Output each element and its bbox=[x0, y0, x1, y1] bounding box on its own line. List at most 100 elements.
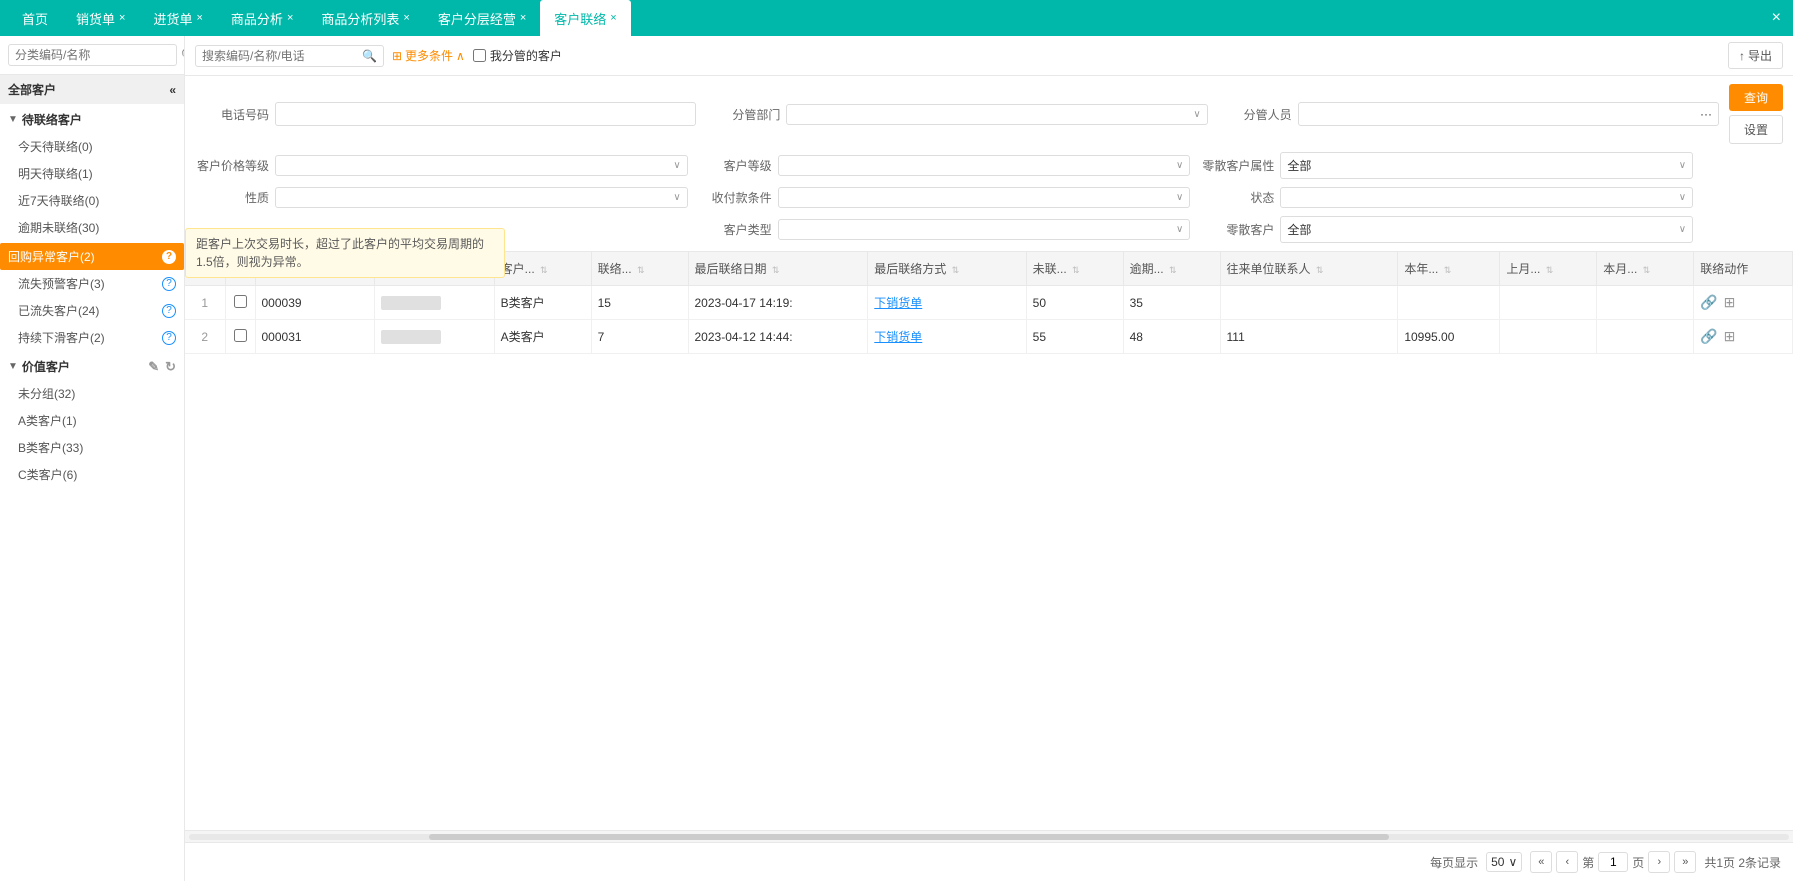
sidebar-item-class-c[interactable]: C类客户(6) bbox=[0, 461, 184, 488]
filter-price-grade-select[interactable]: ∨ bbox=[275, 155, 688, 176]
per-page-select[interactable]: 50 ∨ bbox=[1486, 852, 1522, 872]
this-year-sort-icon: ⇅ bbox=[1444, 265, 1452, 275]
pagination-bar: 每页显示 50 ∨ « ‹ 第 页 › » 共1页 2条记录 bbox=[185, 842, 1793, 881]
scroll-thumb[interactable] bbox=[429, 834, 1389, 840]
col-overdue[interactable]: 逾期... ⇅ bbox=[1123, 252, 1220, 286]
nav-customer-tier-close[interactable]: × bbox=[520, 12, 526, 24]
prev-page-btn[interactable]: ‹ bbox=[1556, 851, 1578, 873]
page-input[interactable] bbox=[1598, 852, 1628, 872]
nav-sales[interactable]: 销货单 × bbox=[62, 0, 139, 36]
sidebar-item-class-b[interactable]: B类客户(33) bbox=[0, 434, 184, 461]
row1-not-contacted: 50 bbox=[1026, 286, 1123, 320]
nav-product-analysis-close[interactable]: × bbox=[287, 12, 293, 24]
sidebar-item-7days[interactable]: 近7天待联络(0) bbox=[0, 187, 184, 214]
filter-payment-select[interactable]: ∨ bbox=[778, 187, 1191, 208]
lost-help-icon[interactable]: ? bbox=[162, 304, 176, 318]
my-customers-check[interactable] bbox=[473, 49, 486, 62]
sidebar-group-pending-title[interactable]: ▼ 待联络客户 bbox=[0, 106, 184, 133]
row2-check[interactable] bbox=[234, 329, 247, 342]
sidebar-item-repurchase-anomaly[interactable]: 回购异常客户(2) ? bbox=[0, 243, 184, 270]
row2-grid-icon[interactable]: ⊞ bbox=[1724, 328, 1736, 345]
sidebar-collapse-icon[interactable]: « bbox=[169, 83, 176, 97]
sidebar-item-declining[interactable]: 持续下滑客户(2) ? bbox=[0, 324, 184, 351]
value-group-edit-icon[interactable]: ✎ bbox=[148, 359, 159, 375]
sidebar-search-input[interactable] bbox=[8, 44, 177, 66]
filter-price-grade: 客户价格等级 ∨ bbox=[195, 155, 688, 176]
filter-retail-customer-select[interactable]: 全部 ∨ bbox=[1280, 216, 1693, 243]
filter-person-select[interactable]: ··· bbox=[1298, 102, 1719, 126]
per-page-label: 每页显示 bbox=[1430, 854, 1478, 871]
col-contact-person[interactable]: 往来单位联系人 ⇅ bbox=[1220, 252, 1398, 286]
row2-link-icon[interactable]: 🔗 bbox=[1700, 328, 1717, 345]
nav-product-analysis-list[interactable]: 商品分析列表 × bbox=[307, 0, 423, 36]
col-last-contact-date[interactable]: 最后联络日期 ⇅ bbox=[688, 252, 868, 286]
horizontal-scrollbar[interactable] bbox=[185, 830, 1793, 842]
more-conditions-btn[interactable]: ⊞ 更多条件 ∧ bbox=[392, 47, 465, 64]
nav-purchase[interactable]: 进货单 × bbox=[139, 0, 216, 36]
declining-help-icon[interactable]: ? bbox=[162, 331, 176, 345]
row1-last-contact-method[interactable]: 下销货单 bbox=[868, 286, 1026, 320]
value-group-refresh-icon[interactable]: ↻ bbox=[165, 359, 176, 375]
sidebar-item-ungrouped[interactable]: 未分组(32) bbox=[0, 380, 184, 407]
col-contact-count[interactable]: 联络... ⇅ bbox=[591, 252, 688, 286]
scroll-track bbox=[189, 834, 1789, 840]
col-this-year[interactable]: 本年... ⇅ bbox=[1398, 252, 1500, 286]
col-customer-type[interactable]: 客户... ⇅ bbox=[494, 252, 591, 286]
filter-retail-attr-select[interactable]: 全部 ∨ bbox=[1280, 152, 1693, 179]
nav-home[interactable]: 首页 bbox=[8, 0, 62, 36]
nav-sales-close[interactable]: × bbox=[119, 12, 125, 24]
filter-customer-type-select[interactable]: ∨ bbox=[778, 219, 1191, 240]
sidebar-all-customers[interactable]: 全部客户 « bbox=[0, 75, 184, 104]
nav-product-analysis[interactable]: 商品分析 × bbox=[217, 0, 307, 36]
row2-last-contact-method[interactable]: 下销货单 bbox=[868, 320, 1026, 354]
row1-this-month bbox=[1597, 286, 1694, 320]
repurchase-help-icon[interactable]: ? bbox=[162, 250, 176, 264]
export-btn[interactable]: ↑ 导出 bbox=[1728, 42, 1783, 69]
this-month-sort-icon: ⇅ bbox=[1643, 265, 1651, 275]
filter-retail-customer: 零散客户 全部 ∨ bbox=[1200, 216, 1693, 243]
col-this-month[interactable]: 本月... ⇅ bbox=[1597, 252, 1694, 286]
filter-status-select[interactable]: ∨ bbox=[1280, 187, 1693, 208]
nav-customer-contact-close[interactable]: × bbox=[610, 12, 616, 24]
window-close-btn[interactable]: × bbox=[1772, 9, 1781, 27]
nav-product-analysis-list-close[interactable]: × bbox=[403, 12, 409, 24]
row1-checkbox[interactable] bbox=[225, 286, 255, 320]
query-btn[interactable]: 查询 bbox=[1729, 84, 1783, 111]
sidebar-item-overdue[interactable]: 逾期未联络(30) bbox=[0, 214, 184, 241]
row1-last-contact-date: 2023-04-17 14:19: bbox=[688, 286, 868, 320]
next-page-btn[interactable]: › bbox=[1648, 851, 1670, 873]
col-not-contacted[interactable]: 未联... ⇅ bbox=[1026, 252, 1123, 286]
row2-code: 000031 bbox=[255, 320, 375, 354]
filter-nature-select[interactable]: ∨ bbox=[275, 187, 688, 208]
row1-link-icon[interactable]: 🔗 bbox=[1700, 294, 1717, 311]
col-last-contact-method[interactable]: 最后联络方式 ⇅ bbox=[868, 252, 1026, 286]
col-last-month[interactable]: 上月... ⇅ bbox=[1500, 252, 1597, 286]
sidebar-item-class-a[interactable]: A类客户(1) bbox=[0, 407, 184, 434]
sidebar-item-tomorrow[interactable]: 明天待联络(1) bbox=[0, 160, 184, 187]
nav-customer-contact[interactable]: 客户联络 × bbox=[540, 0, 630, 36]
first-page-btn[interactable]: « bbox=[1530, 851, 1552, 873]
last-page-btn[interactable]: » bbox=[1674, 851, 1696, 873]
export-icon: ↑ bbox=[1739, 49, 1745, 63]
page-unit-label: 页 bbox=[1632, 854, 1644, 871]
row2-checkbox[interactable] bbox=[225, 320, 255, 354]
nav-purchase-close[interactable]: × bbox=[196, 12, 202, 24]
filter-search-input[interactable] bbox=[202, 49, 362, 63]
filter-search-icon[interactable]: 🔍 bbox=[362, 49, 377, 63]
sidebar-item-lost[interactable]: 已流失客户(24) ? bbox=[0, 297, 184, 324]
filter-customer-grade-select[interactable]: ∨ bbox=[778, 155, 1191, 176]
sidebar-item-loss-warning[interactable]: 流失预警客户(3) ? bbox=[0, 270, 184, 297]
sidebar-group-value-title[interactable]: ▼ 价值客户 ✎ ↻ bbox=[0, 353, 184, 380]
filter-dept-select[interactable]: ∨ bbox=[786, 104, 1207, 125]
filter-row-2: 客户价格等级 ∨ 客户等级 ∨ 零散客户属性 全部 bbox=[195, 152, 1783, 179]
row1-check[interactable] bbox=[234, 295, 247, 308]
sidebar-item-today[interactable]: 今天待联络(0) bbox=[0, 133, 184, 160]
page-navigation: « ‹ 第 页 › » bbox=[1530, 851, 1696, 873]
my-customers-checkbox[interactable]: 我分管的客户 bbox=[473, 47, 562, 64]
more-conditions-arrow: ∧ bbox=[456, 49, 465, 63]
loss-warning-help-icon[interactable]: ? bbox=[162, 277, 176, 291]
row1-grid-icon[interactable]: ⊞ bbox=[1724, 294, 1736, 311]
nav-customer-tier[interactable]: 客户分层经营 × bbox=[424, 0, 540, 36]
settings-btn[interactable]: 设置 bbox=[1729, 115, 1783, 144]
filter-phone-input[interactable] bbox=[275, 102, 696, 126]
